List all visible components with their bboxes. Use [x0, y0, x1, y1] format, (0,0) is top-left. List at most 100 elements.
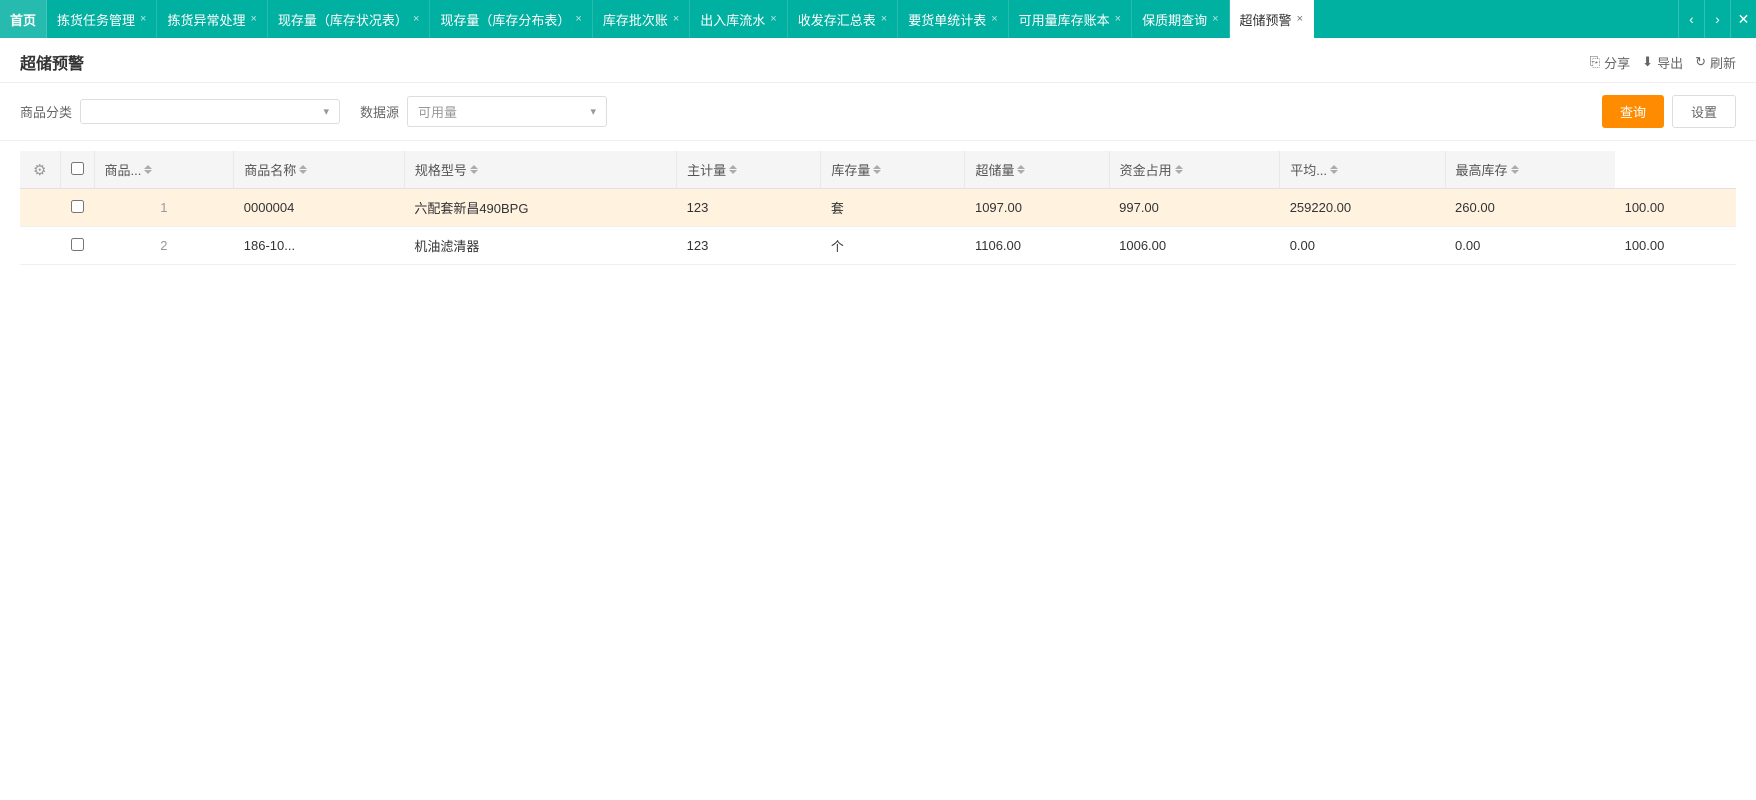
- nav-shelf-life-label: 保质期查询: [1142, 10, 1207, 29]
- export-icon: ⬇: [1642, 54, 1653, 70]
- nav-home[interactable]: 首页: [0, 0, 47, 38]
- table-container: ⚙ 商品... 商品名称: [0, 151, 1756, 265]
- settings-button[interactable]: 设置: [1672, 95, 1736, 128]
- col-product-name[interactable]: 商品名称: [234, 151, 405, 189]
- sort-unit-icon: [729, 165, 737, 174]
- category-label: 商品分类: [20, 102, 72, 121]
- nav-receive-summary[interactable]: 收发存汇总表 ×: [788, 0, 898, 38]
- cell-max-stock: 100.00: [1615, 189, 1736, 227]
- table-body: 1 0000004 六配套新昌490BPG 123 套 1097.00 997.…: [20, 189, 1736, 265]
- cell-checkbox: [60, 189, 94, 227]
- sort-stock-icon: [873, 165, 881, 174]
- page-container: 超储预警 ⎘ 分享 ⬇ 导出 ↻ 刷新 商品分类 ▾ 数据源: [0, 38, 1756, 800]
- top-nav: 首页 拣货任务管理 × 拣货异常处理 × 现存量（库存状况表） × 现存量（库存…: [0, 0, 1756, 38]
- nav-right-arrow[interactable]: ›: [1704, 0, 1730, 38]
- cell-product-name: 六配套新昌490BPG: [404, 189, 676, 227]
- cell-gear: [20, 189, 60, 227]
- datasource-select[interactable]: 可用量 ▾: [407, 96, 607, 127]
- filter-row: 商品分类 ▾ 数据源 可用量 ▾ 查询 设置: [0, 83, 1756, 141]
- sort-product-code-icon: [144, 165, 152, 174]
- nav-available-ledger-close[interactable]: ×: [1115, 13, 1121, 25]
- cell-unit: 套: [821, 189, 965, 227]
- nav-shelf-life-close[interactable]: ×: [1212, 13, 1218, 25]
- nav-inventory-dist[interactable]: 现存量（库存分布表） ×: [430, 0, 592, 38]
- nav-inventory-status[interactable]: 现存量（库存状况表） ×: [268, 0, 430, 38]
- sort-spec-icon: [470, 165, 478, 174]
- col-product-code[interactable]: 商品...: [94, 151, 234, 189]
- header-actions: ⎘ 分享 ⬇ 导出 ↻ 刷新: [1590, 53, 1736, 72]
- cell-max-stock: 100.00: [1615, 227, 1736, 265]
- nav-batch-account[interactable]: 库存批次账 ×: [593, 0, 690, 38]
- datasource-filter-group: 数据源 可用量 ▾: [360, 96, 607, 127]
- cell-stock: 1097.00: [965, 189, 1109, 227]
- cell-product-code: 0000004: [234, 189, 405, 227]
- nav-home-label: 首页: [10, 10, 36, 29]
- col-select-all: [60, 151, 94, 189]
- nav-receive-summary-close[interactable]: ×: [881, 13, 887, 25]
- nav-pick-task[interactable]: 拣货任务管理 ×: [47, 0, 157, 38]
- cell-product-code: 186-10...: [234, 227, 405, 265]
- table-row[interactable]: 1 0000004 六配套新昌490BPG 123 套 1097.00 997.…: [20, 189, 1736, 227]
- nav-pick-exception-close[interactable]: ×: [250, 13, 256, 25]
- nav-inventory-status-close[interactable]: ×: [413, 13, 419, 25]
- cell-overstock: 997.00: [1109, 189, 1280, 227]
- nav-expand-btn[interactable]: ✕: [1730, 0, 1756, 38]
- nav-available-ledger[interactable]: 可用量库存账本 ×: [1009, 0, 1132, 38]
- row-checkbox[interactable]: [71, 238, 84, 251]
- nav-left-arrow[interactable]: ‹: [1678, 0, 1704, 38]
- refresh-label: 刷新: [1710, 53, 1736, 72]
- select-all-checkbox[interactable]: [71, 162, 84, 175]
- nav-inventory-dist-close[interactable]: ×: [575, 13, 581, 25]
- nav-order-stat-close[interactable]: ×: [991, 13, 997, 25]
- nav-order-stat[interactable]: 要货单统计表 ×: [898, 0, 1008, 38]
- export-action[interactable]: ⬇ 导出: [1642, 53, 1683, 72]
- nav-arrows: ‹ › ✕: [1678, 0, 1756, 38]
- cell-unit: 个: [821, 227, 965, 265]
- cell-checkbox: [60, 227, 94, 265]
- col-stock[interactable]: 库存量: [821, 151, 965, 189]
- cell-stock: 1106.00: [965, 227, 1109, 265]
- sort-capital-icon: [1175, 165, 1183, 174]
- col-unit[interactable]: 主计量: [677, 151, 821, 189]
- category-select[interactable]: ▾: [80, 99, 340, 124]
- nav-inventory-status-label: 现存量（库存状况表）: [278, 10, 408, 29]
- category-chevron-icon: ▾: [323, 105, 329, 118]
- page-title: 超储预警: [20, 50, 84, 74]
- share-action[interactable]: ⎘ 分享: [1590, 53, 1630, 72]
- datasource-label: 数据源: [360, 102, 399, 121]
- refresh-action[interactable]: ↻ 刷新: [1695, 53, 1736, 72]
- nav-inout-flow-label: 出入库流水: [700, 10, 765, 29]
- nav-shelf-life[interactable]: 保质期查询 ×: [1132, 0, 1229, 38]
- cell-avg: 260.00: [1445, 189, 1615, 227]
- nav-receive-summary-label: 收发存汇总表: [798, 10, 876, 29]
- nav-pick-task-label: 拣货任务管理: [57, 10, 135, 29]
- cell-overstock: 1006.00: [1109, 227, 1280, 265]
- query-button[interactable]: 查询: [1602, 95, 1664, 128]
- nav-batch-account-close[interactable]: ×: [673, 13, 679, 25]
- nav-order-stat-label: 要货单统计表: [908, 10, 986, 29]
- cell-rownum: 1: [94, 189, 234, 227]
- sort-overstock-icon: [1017, 165, 1025, 174]
- row-checkbox[interactable]: [71, 200, 84, 213]
- col-spec[interactable]: 规格型号: [404, 151, 676, 189]
- filter-buttons: 查询 设置: [1602, 95, 1736, 128]
- nav-pick-task-close[interactable]: ×: [140, 13, 146, 25]
- nav-pick-exception-label: 拣货异常处理: [167, 10, 245, 29]
- col-max-stock[interactable]: 最高库存: [1445, 151, 1615, 189]
- nav-overstock-warn[interactable]: 超储预警 ×: [1230, 0, 1314, 38]
- cell-rownum: 2: [94, 227, 234, 265]
- col-avg[interactable]: 平均...: [1280, 151, 1445, 189]
- nav-batch-account-label: 库存批次账: [603, 10, 668, 29]
- refresh-icon: ↻: [1695, 54, 1706, 70]
- cell-avg: 0.00: [1445, 227, 1615, 265]
- col-capital[interactable]: 资金占用: [1109, 151, 1280, 189]
- table-row[interactable]: 2 186-10... 机油滤清器 123 个 1106.00 1006.00 …: [20, 227, 1736, 265]
- cell-capital: 0.00: [1280, 227, 1445, 265]
- nav-pick-exception[interactable]: 拣货异常处理 ×: [157, 0, 267, 38]
- gear-icon[interactable]: ⚙: [33, 162, 46, 179]
- col-overstock[interactable]: 超储量: [965, 151, 1109, 189]
- nav-overstock-warn-close[interactable]: ×: [1297, 13, 1303, 25]
- nav-inout-flow[interactable]: 出入库流水 ×: [690, 0, 787, 38]
- nav-inout-flow-close[interactable]: ×: [770, 13, 776, 25]
- category-filter-group: 商品分类 ▾: [20, 99, 340, 124]
